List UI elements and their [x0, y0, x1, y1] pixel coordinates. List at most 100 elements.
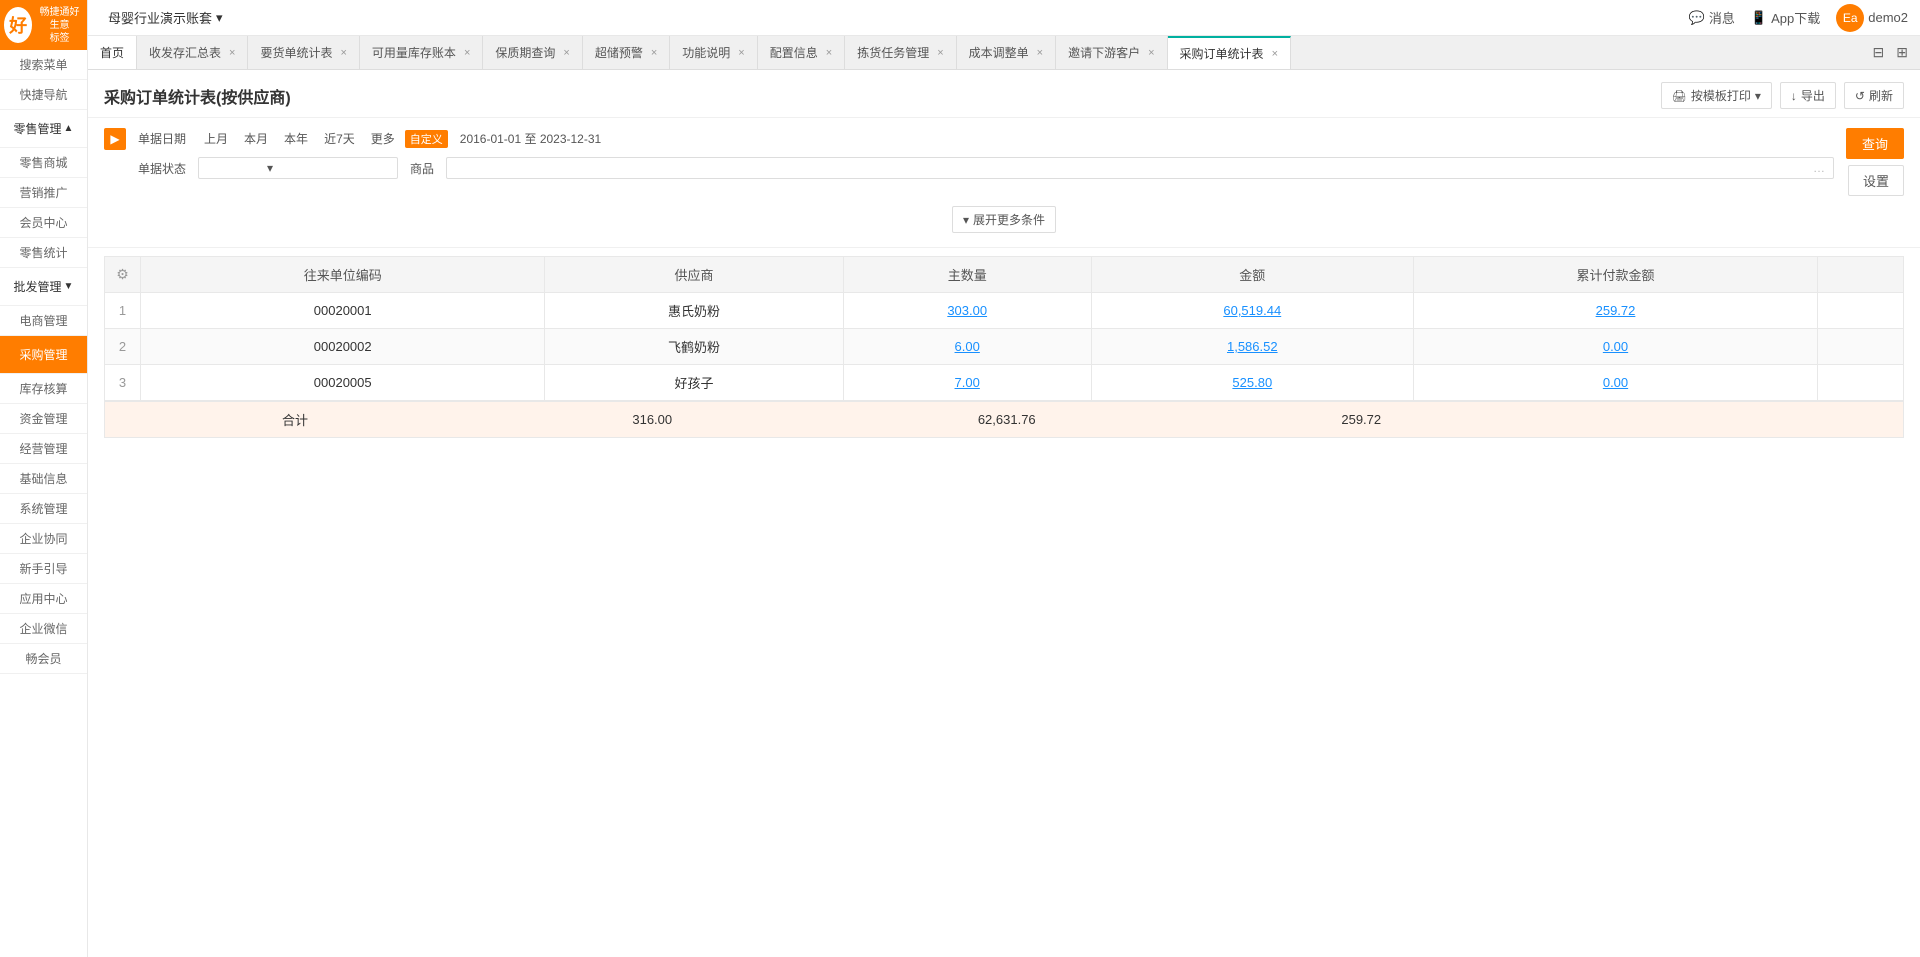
- sidebar-item-corpwechat[interactable]: 企业微信: [0, 614, 87, 644]
- shortcut-thismonth[interactable]: 本月: [238, 128, 274, 149]
- chevron-down-icon: ▾: [267, 161, 273, 175]
- filter-left: 单据日期 上月 本月 本年 近7天 更多 自定义 2016-01-01 至 20…: [138, 128, 1834, 179]
- tab-close-icon[interactable]: ×: [1148, 47, 1154, 59]
- cell-paid[interactable]: 259.72: [1413, 293, 1817, 329]
- goods-input[interactable]: …: [446, 157, 1834, 179]
- col-supplier: 供应商: [545, 257, 843, 293]
- export-button[interactable]: ↓ 导出: [1780, 82, 1836, 109]
- query-button[interactable]: 查询: [1846, 128, 1904, 159]
- cell-qty[interactable]: 6.00: [843, 329, 1091, 365]
- tab-close-icon[interactable]: ×: [563, 47, 569, 59]
- sidebar-item-quicknav[interactable]: 快捷导航: [0, 80, 87, 110]
- user-profile[interactable]: Ea demo2: [1836, 4, 1908, 32]
- tab-chengbentiaozhen[interactable]: 成本调整单 ×: [957, 36, 1056, 70]
- sidebar-item-marketing[interactable]: 营销推广: [0, 178, 87, 208]
- tab-chaochuyujing[interactable]: 超储预警 ×: [583, 36, 670, 70]
- tab-gongnengshuo[interactable]: 功能说明 ×: [670, 36, 757, 70]
- tab-close-icon[interactable]: ×: [651, 47, 657, 59]
- chevron-down-icon: ▾: [963, 213, 969, 227]
- sidebar-item-retail[interactable]: 零售管理 ▲: [0, 110, 87, 148]
- refresh-button[interactable]: ↺ 刷新: [1844, 82, 1904, 109]
- table-row[interactable]: 3 00020005 好孩子 7.00 525.80 0.00: [105, 365, 1904, 401]
- settings-icon[interactable]: ⚙: [116, 266, 129, 282]
- cell-qty[interactable]: 7.00: [843, 365, 1091, 401]
- tab-yaohuodantongjibiao[interactable]: 要货单统计表 ×: [248, 36, 359, 70]
- settings-button[interactable]: 设置: [1848, 165, 1904, 196]
- sidebar-item-capital[interactable]: 资金管理: [0, 404, 87, 434]
- cell-amount[interactable]: 1,586.52: [1091, 329, 1413, 365]
- account-dropdown[interactable]: 母婴行业演示账套 ▾: [100, 8, 231, 27]
- shortcut-thisyear[interactable]: 本年: [278, 128, 314, 149]
- footer-paid: 259.72: [1184, 412, 1539, 427]
- tab-baoyuqi[interactable]: 保质期查询 ×: [483, 36, 582, 70]
- sidebar-item-member2[interactable]: 畅会员: [0, 644, 87, 674]
- print-button[interactable]: 🖨 按模板打印 ▾: [1661, 82, 1772, 109]
- sidebar-item-member[interactable]: 会员中心: [0, 208, 87, 238]
- cell-qty[interactable]: 303.00: [843, 293, 1091, 329]
- page-title: 采购订单统计表(按供应商): [104, 84, 291, 108]
- content-area: 采购订单统计表(按供应商) 🖨 按模板打印 ▾ ↓ 导出 ↺ 刷新: [88, 70, 1920, 957]
- tab-keyongliangkucun[interactable]: 可用量库存账本 ×: [360, 36, 483, 70]
- sidebar-item-operation[interactable]: 经营管理: [0, 434, 87, 464]
- tab-close-icon[interactable]: ×: [738, 47, 744, 59]
- cell-paid[interactable]: 0.00: [1413, 365, 1817, 401]
- table-footer: 合计 316.00 62,631.76 259.72: [104, 401, 1904, 438]
- table-row[interactable]: 1 00020001 惠氏奶粉 303.00 60,519.44 259.72: [105, 293, 1904, 329]
- cell-supplier: 飞鹤奶粉: [545, 329, 843, 365]
- app-download-button[interactable]: 📱 App下载: [1751, 8, 1820, 27]
- sidebar-item-enterprise[interactable]: 企业协同: [0, 524, 87, 554]
- filter-toggle-button[interactable]: ▶: [104, 128, 126, 150]
- tab-home[interactable]: 首页: [88, 36, 137, 70]
- tab-close-icon[interactable]: ×: [229, 47, 235, 59]
- filter-main-row: ▶ 单据日期 上月 本月 本年 近7天 更多 自定义 2016-01-01 至 …: [104, 128, 1904, 196]
- tab-paihuorenwu[interactable]: 拣货任务管理 ×: [845, 36, 956, 70]
- expand-row: ▾ 展开更多条件: [104, 202, 1904, 237]
- shortcut-7days[interactable]: 近7天: [318, 128, 361, 149]
- tab-close-icon[interactable]: ×: [937, 47, 943, 59]
- sidebar-item-system[interactable]: 系统管理: [0, 494, 87, 524]
- tab-collapse-button[interactable]: ⊟: [1869, 42, 1889, 63]
- download-icon: 📱: [1751, 10, 1767, 26]
- more-icon: …: [1813, 161, 1825, 175]
- tab-expand-button[interactable]: ⊞: [1892, 42, 1912, 63]
- tab-caigoudingdan[interactable]: 采购订单统计表 ×: [1168, 36, 1291, 70]
- sidebar-item-purchase[interactable]: 采购管理: [0, 336, 87, 374]
- cell-paid[interactable]: 0.00: [1413, 329, 1817, 365]
- message-icon: 💬: [1689, 10, 1705, 26]
- sidebar-item-retailshop[interactable]: 零售商城: [0, 148, 87, 178]
- tab-close-icon[interactable]: ×: [1037, 47, 1043, 59]
- expand-more-button[interactable]: ▾ 展开更多条件: [952, 206, 1056, 233]
- sidebar-item-ecommerce[interactable]: 电商管理: [0, 306, 87, 336]
- tab-close-icon[interactable]: ×: [464, 47, 470, 59]
- sidebar-item-wholesale[interactable]: 批发管理 ▼: [0, 268, 87, 306]
- status-select[interactable]: ▾: [198, 157, 398, 179]
- tab-yaoqing[interactable]: 邀请下游客户 ×: [1056, 36, 1167, 70]
- tab-close-icon[interactable]: ×: [340, 47, 346, 59]
- table-row[interactable]: 2 00020002 飞鹤奶粉 6.00 1,586.52 0.00: [105, 329, 1904, 365]
- date-label: 单据日期: [138, 130, 186, 147]
- tab-close-icon[interactable]: ×: [1272, 48, 1278, 60]
- footer-amount: 62,631.76: [830, 412, 1185, 427]
- sidebar-item-appcenter[interactable]: 应用中心: [0, 584, 87, 614]
- cell-amount[interactable]: 525.80: [1091, 365, 1413, 401]
- sidebar-item-retailstat[interactable]: 零售统计: [0, 238, 87, 268]
- sidebar-item-newguide[interactable]: 新手引导: [0, 554, 87, 584]
- page-actions: 🖨 按模板打印 ▾ ↓ 导出 ↺ 刷新: [1661, 82, 1904, 109]
- sidebar-item-basics[interactable]: 基础信息: [0, 464, 87, 494]
- custom-badge: 自定义: [405, 130, 448, 148]
- shortcut-more[interactable]: 更多: [365, 128, 401, 149]
- tab-shoufahuizong[interactable]: 收发存汇总表 ×: [137, 36, 248, 70]
- message-button[interactable]: 💬 消息: [1689, 8, 1735, 27]
- cell-seq: 3: [105, 365, 141, 401]
- main-area: 母婴行业演示账套 ▾ 💬 消息 📱 App下载 Ea demo2 首页 收发存汇…: [88, 0, 1920, 957]
- filter-area: ▶ 单据日期 上月 本月 本年 近7天 更多 自定义 2016-01-01 至 …: [88, 118, 1920, 248]
- tab-peizishixin[interactable]: 配置信息 ×: [758, 36, 845, 70]
- sidebar-item-inventory[interactable]: 库存核算: [0, 374, 87, 404]
- cell-code: 00020001: [141, 293, 545, 329]
- tab-close-icon[interactable]: ×: [826, 47, 832, 59]
- sidebar-item-search[interactable]: 搜索菜单: [0, 50, 87, 80]
- cell-amount[interactable]: 60,519.44: [1091, 293, 1413, 329]
- table-header-row: ⚙ 往来单位编码 供应商 主数量 金额 累计付款金额: [105, 257, 1904, 293]
- shortcut-lastmonth[interactable]: 上月: [198, 128, 234, 149]
- col-amount: 金额: [1091, 257, 1413, 293]
